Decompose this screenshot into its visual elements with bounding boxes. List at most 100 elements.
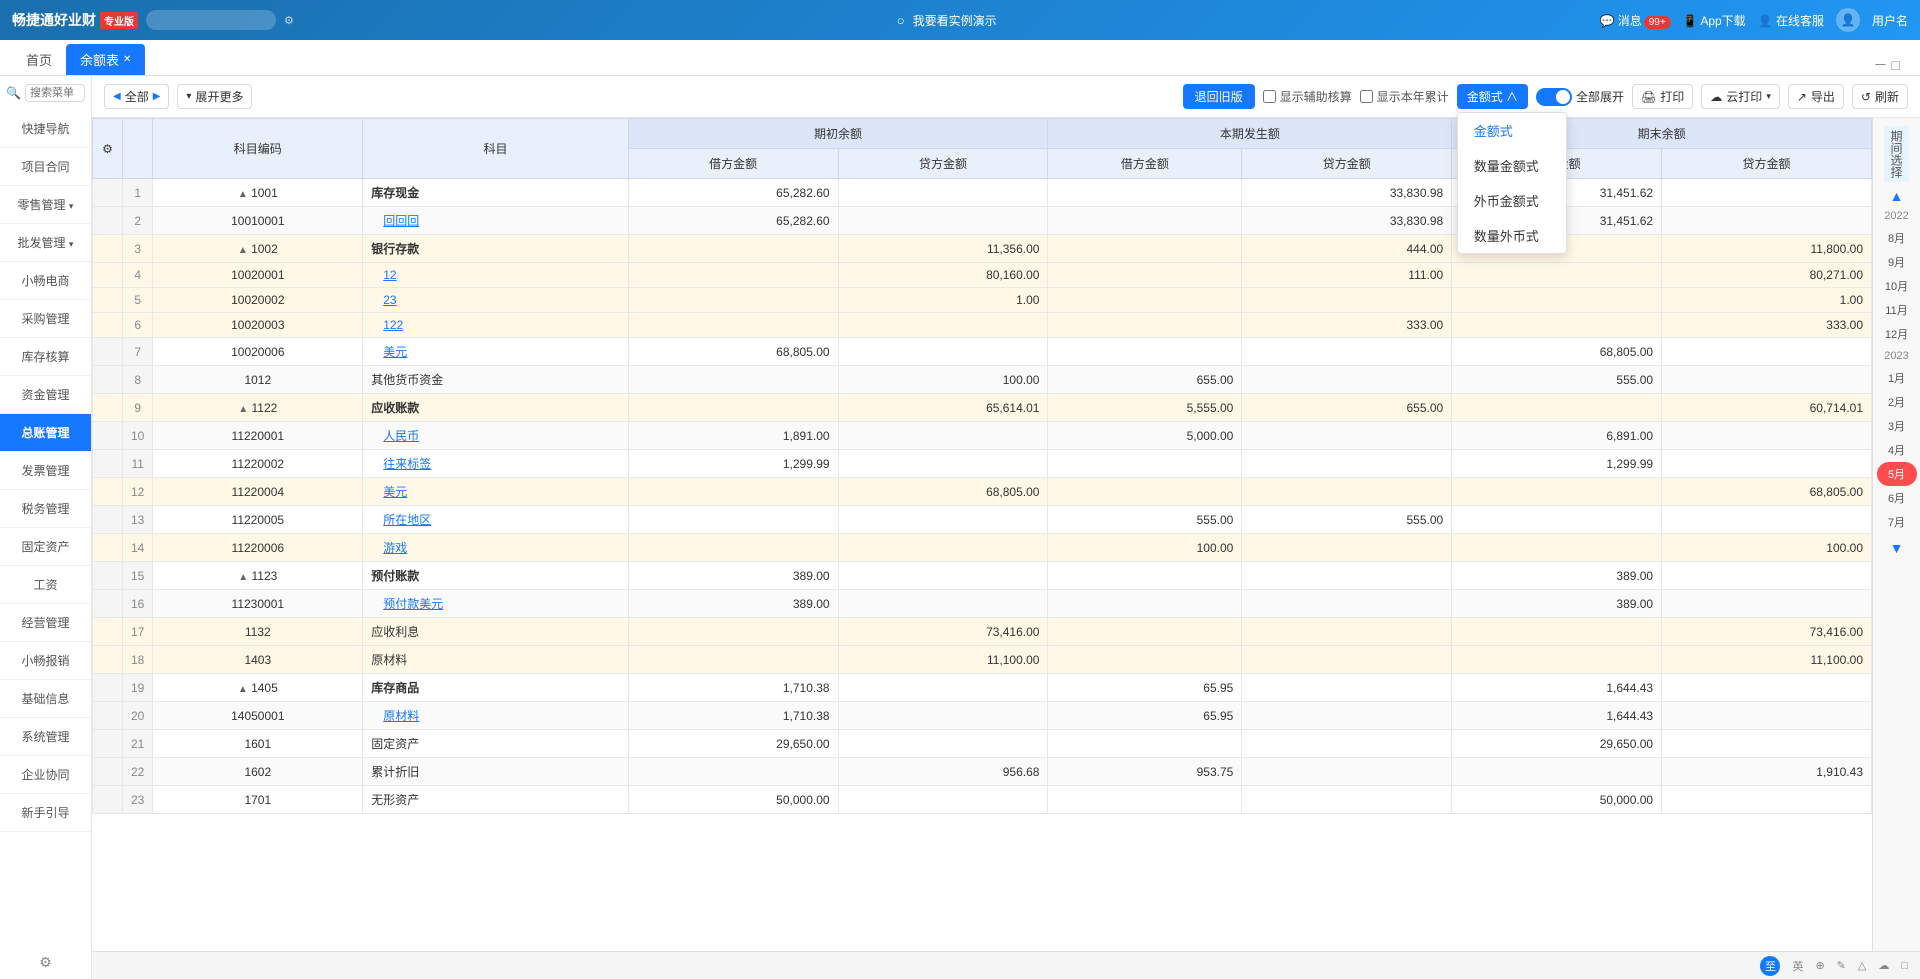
table-row[interactable]: 6 10020003 122 333.00 333.00 <box>93 313 1872 338</box>
status-triangle[interactable]: △ <box>1858 959 1866 972</box>
sidebar-item-inventory[interactable]: 库存核算 <box>0 338 91 376</box>
table-row[interactable]: 19 ▲ 1405 库存商品 1,710.38 65.95 1,644.43 <box>93 674 1872 702</box>
table-row[interactable]: 9 ▲ 1122 应收账款 65,614.01 5,555.00 655.00 … <box>93 394 1872 422</box>
sidebar-item-base-info[interactable]: 基础信息 <box>0 680 91 718</box>
sidebar-item-system[interactable]: 系统管理 <box>0 718 91 756</box>
refresh-btn[interactable]: ↺ 刷新 <box>1852 84 1908 109</box>
dropdown-item-amount[interactable]: 金额式 <box>1458 113 1566 148</box>
period-down-btn[interactable]: ▼ <box>1888 538 1906 558</box>
period-3[interactable]: 3月 <box>1877 414 1917 438</box>
online-service-btn[interactable]: 👤 在线客服 <box>1758 12 1824 29</box>
cloud-print-btn[interactable]: ☁ 云打印 ▾ <box>1701 84 1780 109</box>
show-yearly-check[interactable]: 显示本年累计 <box>1360 88 1449 105</box>
table-row[interactable]: 7 10020006 美元 68,805.00 68,805.00 <box>93 338 1872 366</box>
period-9[interactable]: 9月 <box>1877 250 1917 274</box>
row-subject-cell[interactable]: 美元 <box>363 478 628 506</box>
table-row[interactable]: 3 ▲ 1002 银行存款 11,356.00 444.00 11,800.00 <box>93 235 1872 263</box>
sidebar-item-operations[interactable]: 经营管理 <box>0 604 91 642</box>
row-subject-cell[interactable]: 往来标签 <box>363 450 628 478</box>
sidebar-item-purchase[interactable]: 采购管理 <box>0 300 91 338</box>
row-subject-cell[interactable]: 预付款美元 <box>363 590 628 618</box>
settings-icon[interactable]: ⚙ <box>284 14 294 27</box>
table-row[interactable]: 16 11230001 预付款美元 389.00 389.00 <box>93 590 1872 618</box>
sidebar-item-guide[interactable]: 新手引导 <box>0 794 91 832</box>
dropdown-item-qty-amount[interactable]: 数量金额式 <box>1458 148 1566 183</box>
period-2[interactable]: 2月 <box>1877 390 1917 414</box>
table-row[interactable]: 20 14050001 原材料 1,710.38 65.95 1,644.43 <box>93 702 1872 730</box>
table-row[interactable]: 10 11220001 人民币 1,891.00 5,000.00 6,891.… <box>93 422 1872 450</box>
table-row[interactable]: 21 1601 固定资产 29,650.00 29,650.00 <box>93 730 1872 758</box>
table-row[interactable]: 11 11220002 往来标签 1,299.99 1,299.99 <box>93 450 1872 478</box>
sidebar-item-capital[interactable]: 资金管理 <box>0 376 91 414</box>
sidebar-item-ledger[interactable]: 总账管理 <box>0 414 91 452</box>
col-settings[interactable]: ⚙ <box>93 119 123 179</box>
period-6[interactable]: 6月 <box>1877 486 1917 510</box>
sidebar-item-wholesale[interactable]: 批发管理 ▾ <box>0 224 91 262</box>
tab-home[interactable]: 首页 <box>12 44 66 75</box>
tab-balance[interactable]: 余额表 ✕ <box>66 44 145 75</box>
sidebar-item-expense[interactable]: 小畅报销 <box>0 642 91 680</box>
row-subject-cell[interactable]: 人民币 <box>363 422 628 450</box>
table-row[interactable]: 15 ▲ 1123 预付账款 389.00 389.00 <box>93 562 1872 590</box>
table-row[interactable]: 5 10020002 23 1.00 1.00 <box>93 288 1872 313</box>
table-row[interactable]: 18 1403 原材料 11,100.00 11,100.00 <box>93 646 1872 674</box>
sidebar-item-invoice[interactable]: 发票管理 <box>0 452 91 490</box>
all-filter[interactable]: ◀ 全部 ▶ <box>104 84 169 109</box>
period-12[interactable]: 12月 <box>1877 322 1917 346</box>
status-edit[interactable]: ✎ <box>1837 959 1846 972</box>
period-5[interactable]: 5月 <box>1877 462 1917 486</box>
period-8[interactable]: 8月 <box>1877 226 1917 250</box>
maximize-icon[interactable]: □ <box>1892 57 1900 73</box>
username[interactable]: 用户名 <box>1872 12 1908 29</box>
sidebar-item-retail[interactable]: 零售管理 ▾ <box>0 186 91 224</box>
row-subject-cell[interactable]: 游戏 <box>363 534 628 562</box>
table-row[interactable]: 13 11220005 所在地区 555.00 555.00 <box>93 506 1872 534</box>
period-up-btn[interactable]: ▲ <box>1888 186 1906 206</box>
table-row[interactable]: 17 1132 应收利息 73,416.00 73,416.00 <box>93 618 1872 646</box>
period-panel-title[interactable]: 期间选择 <box>1884 126 1909 182</box>
sidebar-item-quick-nav[interactable]: 快捷导航 <box>0 110 91 148</box>
period-1[interactable]: 1月 <box>1877 366 1917 390</box>
row-subject-cell[interactable]: 122 <box>363 313 628 338</box>
dropdown-item-foreign-amount[interactable]: 外币金额式 <box>1458 183 1566 218</box>
message-icon[interactable]: 💬 消息99+ <box>1599 12 1670 29</box>
sidebar-item-assets[interactable]: 固定资产 <box>0 528 91 566</box>
expand-all-toggle[interactable]: 全部展开 <box>1536 88 1624 106</box>
table-row[interactable]: 12 11220004 美元 68,805.00 68,805.00 <box>93 478 1872 506</box>
toggle-bg[interactable] <box>1536 88 1572 106</box>
export-btn[interactable]: ↗ 导出 <box>1788 84 1844 109</box>
status-at[interactable]: 至 <box>1760 956 1780 976</box>
expand-more-btn[interactable]: ▾ 展开更多 <box>177 84 252 109</box>
row-subject-cell[interactable]: 回回回 <box>363 207 628 235</box>
demo-link[interactable]: 我要看实例演示 <box>913 12 997 29</box>
table-row[interactable]: 2 10010001 回回回 65,282.60 33,830.98 31,45… <box>93 207 1872 235</box>
user-avatar[interactable]: 👤 <box>1836 8 1860 32</box>
return-old-btn[interactable]: 退回旧版 <box>1183 84 1255 109</box>
print-btn[interactable]: 🖨 打印 <box>1632 84 1693 109</box>
row-subject-cell[interactable]: 原材料 <box>363 702 628 730</box>
period-10[interactable]: 10月 <box>1877 274 1917 298</box>
sidebar-item-project[interactable]: 项目合同 <box>0 148 91 186</box>
row-subject-cell[interactable]: 23 <box>363 288 628 313</box>
app-download-btn[interactable]: 📱 App下载 <box>1683 12 1746 29</box>
minimize-icon[interactable]: － <box>1874 55 1888 75</box>
status-square[interactable]: □ <box>1901 960 1908 972</box>
sidebar-item-collab[interactable]: 企业协同 <box>0 756 91 794</box>
table-row[interactable]: 14 11220006 游戏 100.00 100.00 <box>93 534 1872 562</box>
status-lang[interactable]: 英 <box>1792 958 1803 974</box>
yearly-checkbox[interactable] <box>1360 90 1373 103</box>
top-search-input[interactable] <box>146 10 276 30</box>
table-wrapper[interactable]: ⚙ 科目编码 科目 期初余额 <box>92 118 1872 951</box>
sidebar-item-tax[interactable]: 税务管理 <box>0 490 91 528</box>
tab-close-icon[interactable]: ✕ <box>123 54 131 65</box>
table-row[interactable]: 8 1012 其他货币资金 100.00 655.00 555.00 <box>93 366 1872 394</box>
period-7[interactable]: 7月 <box>1877 510 1917 534</box>
sidebar-item-payroll[interactable]: 工资 <box>0 566 91 604</box>
table-row[interactable]: 23 1701 无形资产 50,000.00 50,000.00 <box>93 786 1872 814</box>
status-add[interactable]: ⊕ <box>1815 959 1824 972</box>
row-subject-cell[interactable]: 所在地区 <box>363 506 628 534</box>
period-11[interactable]: 11月 <box>1877 298 1917 322</box>
sidebar-settings-icon[interactable]: ⚙ <box>39 954 52 970</box>
table-row[interactable]: 22 1602 累计折旧 956.68 953.75 1,910.43 <box>93 758 1872 786</box>
row-subject-cell[interactable]: 12 <box>363 263 628 288</box>
